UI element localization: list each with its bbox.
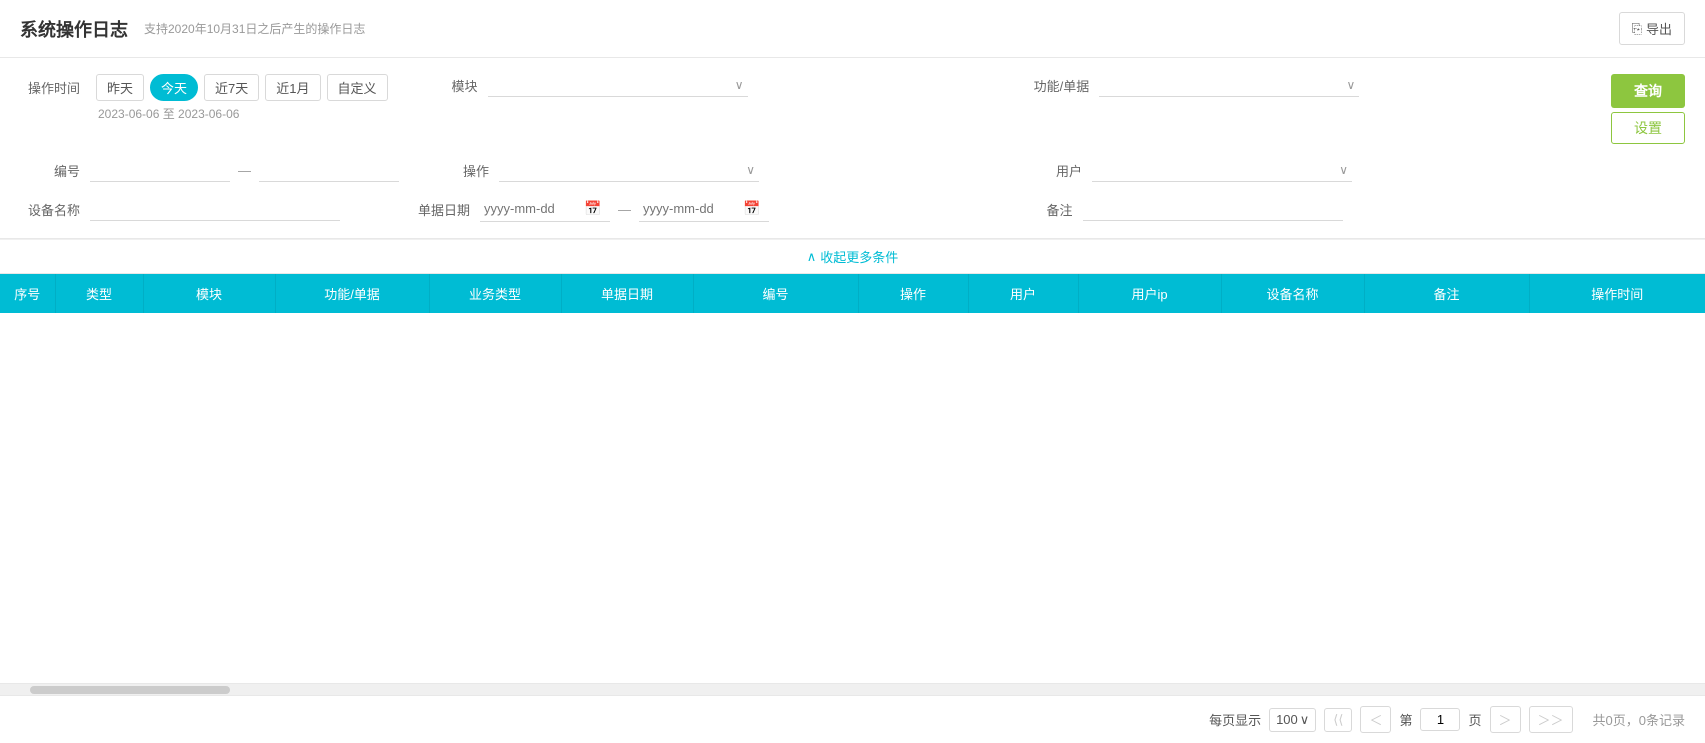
export-label: 导出 <box>1646 19 1672 38</box>
pagination-bar: 每页显示 100 ∨ ⟨⟨ ＜ 第 页 ＞ ＞＞ 共0页，0条记录 <box>0 695 1705 743</box>
horizontal-scrollbar[interactable] <box>0 683 1705 695</box>
time-label: 操作时间 <box>20 78 90 97</box>
filter-area: 操作时间 昨天 今天 近7天 近1月 自定义 2023-06-06 至 2023… <box>0 58 1705 239</box>
per-page-label: 每页显示 <box>1209 710 1261 729</box>
prev-page-button[interactable]: ＜ <box>1360 706 1391 733</box>
col-index: 序号 <box>0 274 55 313</box>
col-biz-type: 业务类型 <box>429 274 561 313</box>
device-input[interactable] <box>90 197 340 221</box>
last-page-button[interactable]: ＞＞ <box>1529 706 1573 733</box>
remark-input[interactable] <box>1083 197 1343 221</box>
page-wrapper: 系统操作日志 支持2020年10月31日之后产生的操作日志 ⎘ 导出 操作时间 … <box>0 0 1705 743</box>
col-op-time: 操作时间 <box>1529 274 1705 313</box>
settings-button[interactable]: 设置 <box>1611 112 1685 144</box>
col-user-ip: 用户ip <box>1078 274 1221 313</box>
module-select[interactable]: ∨ <box>488 74 748 97</box>
data-table: 序号 类型 模块 功能/单据 业务类型 单据日期 编号 操作 用户 用户ip 设… <box>0 274 1705 313</box>
table-header-row: 序号 类型 模块 功能/单据 业务类型 单据日期 编号 操作 用户 用户ip 设… <box>0 274 1705 313</box>
collapse-bar[interactable]: ∧ 收起更多条件 <box>0 239 1705 274</box>
page-label: 第 <box>1399 710 1412 729</box>
col-voucher-date: 单据日期 <box>561 274 693 313</box>
time-btn-yesterday[interactable]: 昨天 <box>96 74 144 101</box>
export-icon: ⎘ <box>1632 21 1642 37</box>
collapse-up-icon: ∧ <box>807 249 817 265</box>
number-input-from[interactable] <box>90 158 230 182</box>
action-buttons: 查询 设置 <box>1611 74 1685 144</box>
time-btn-7days[interactable]: 近7天 <box>204 74 259 101</box>
total-info: 共0页，0条记录 <box>1593 710 1685 729</box>
date-from-wrap: 📅 <box>480 196 610 222</box>
voucher-date-label: 单据日期 <box>410 200 480 219</box>
per-page-chevron-icon: ∨ <box>1300 712 1310 728</box>
date-from-input[interactable] <box>484 201 584 216</box>
time-buttons: 昨天 今天 近7天 近1月 自定义 <box>96 74 388 101</box>
function-select[interactable]: ∨ <box>1099 74 1359 97</box>
calendar-to-icon[interactable]: 📅 <box>743 200 760 217</box>
operation-chevron-icon: ∨ <box>746 163 755 177</box>
user-chevron-icon: ∨ <box>1339 163 1348 177</box>
operation-select[interactable]: ∨ <box>499 159 759 182</box>
page-header: 系统操作日志 支持2020年10月31日之后产生的操作日志 ⎘ 导出 <box>0 0 1705 58</box>
date-to-input[interactable] <box>643 201 743 216</box>
number-input-to[interactable] <box>259 158 399 182</box>
col-number: 编号 <box>693 274 858 313</box>
date-dash: — <box>610 202 639 217</box>
calendar-from-icon[interactable]: 📅 <box>584 200 601 217</box>
time-btn-custom[interactable]: 自定义 <box>327 74 388 101</box>
col-user: 用户 <box>968 274 1078 313</box>
remark-label: 备注 <box>1003 200 1083 219</box>
time-range-display: 2023-06-06 至 2023-06-06 <box>98 107 239 121</box>
next-page-button[interactable]: ＞ <box>1490 706 1521 733</box>
per-page-value: 100 <box>1276 712 1298 727</box>
col-module: 模块 <box>143 274 275 313</box>
collapse-label: 收起更多条件 <box>820 247 898 266</box>
col-type: 类型 <box>55 274 143 313</box>
time-btn-1month[interactable]: 近1月 <box>265 74 320 101</box>
function-chevron-icon: ∨ <box>1346 78 1355 92</box>
number-dash: — <box>230 163 259 178</box>
page-title: 系统操作日志 <box>20 16 128 42</box>
number-label: 编号 <box>20 161 90 180</box>
device-label: 设备名称 <box>20 200 90 219</box>
user-select[interactable]: ∨ <box>1092 159 1352 182</box>
operation-label: 操作 <box>429 161 499 180</box>
col-remark: 备注 <box>1364 274 1529 313</box>
scrollbar-thumb[interactable] <box>30 686 230 694</box>
module-label: 模块 <box>418 76 488 95</box>
col-device: 设备名称 <box>1221 274 1364 313</box>
col-operation: 操作 <box>858 274 968 313</box>
function-label: 功能/单据 <box>1019 76 1099 95</box>
per-page-select[interactable]: 100 ∨ <box>1269 708 1316 732</box>
export-button[interactable]: ⎘ 导出 <box>1619 12 1685 45</box>
page-subtitle: 支持2020年10月31日之后产生的操作日志 <box>144 20 365 37</box>
page-unit: 页 <box>1468 710 1481 729</box>
user-label: 用户 <box>1012 161 1092 180</box>
query-button[interactable]: 查询 <box>1611 74 1685 108</box>
time-btn-today[interactable]: 今天 <box>150 74 198 101</box>
first-page-button[interactable]: ⟨⟨ <box>1324 708 1352 732</box>
page-number-input[interactable] <box>1420 708 1460 731</box>
table-container: 序号 类型 模块 功能/单据 业务类型 单据日期 编号 操作 用户 用户ip 设… <box>0 274 1705 683</box>
module-chevron-icon: ∨ <box>735 78 744 92</box>
col-function: 功能/单据 <box>275 274 429 313</box>
date-to-wrap: 📅 <box>639 196 769 222</box>
